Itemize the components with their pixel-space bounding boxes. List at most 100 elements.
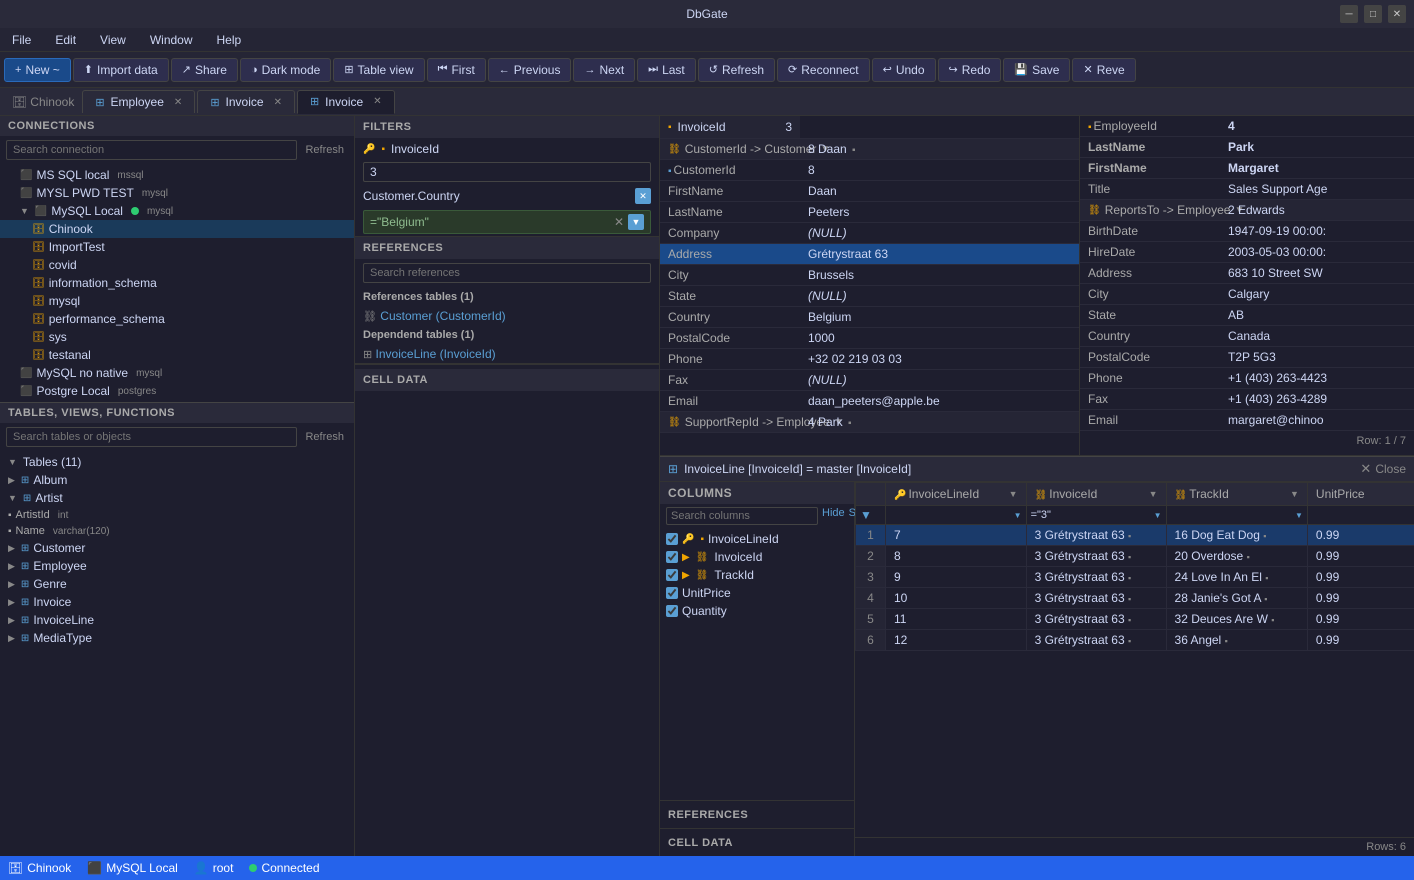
invoiceid-filter-input[interactable] — [363, 162, 651, 182]
grid-row-4[interactable]: 4 10 3 Grétrystraat 63 ▪ 28 Janie's Got … — [856, 588, 1414, 609]
country-filter-x[interactable]: ✕ — [635, 188, 651, 204]
db-chinook[interactable]: 🗄 Chinook — [0, 220, 354, 238]
col-cb-invoiceid[interactable] — [666, 551, 678, 563]
table-genre[interactable]: ▶ ⊞ Genre — [0, 575, 354, 593]
col-cb-unitprice[interactable] — [666, 587, 678, 599]
grid-row-6[interactable]: 6 12 3 Grétrystraat 63 ▪ 36 Angel ▪ 0.99… — [856, 630, 1414, 651]
menu-edit[interactable]: Edit — [51, 31, 80, 49]
table-artist[interactable]: ▼ ⊞ Artist — [0, 489, 354, 507]
menu-window[interactable]: Window — [146, 31, 197, 49]
il-close-label[interactable]: Close — [1375, 462, 1406, 476]
employee-tab-close[interactable]: ✕ — [174, 97, 182, 108]
connection-search-input[interactable] — [6, 140, 297, 160]
tables-search-input[interactable] — [6, 427, 297, 447]
il-data-grid[interactable]: 🔑InvoiceLineId ▼ ⛓InvoiceId — [855, 482, 1414, 837]
db-testanal[interactable]: 🗄 testanal — [0, 346, 354, 364]
grid-filter-invoiceid-input[interactable] — [1031, 509, 1152, 521]
grid-row-3[interactable]: 3 9 3 Grétrystraat 63 ▪ 24 Love In An El… — [856, 567, 1414, 588]
db-information-schema[interactable]: 🗄 information_schema — [0, 274, 354, 292]
table-mediatype[interactable]: ▶ ⊞ MediaType — [0, 629, 354, 647]
references-search-input[interactable] — [363, 263, 651, 283]
album-expand[interactable]: ▶ — [8, 475, 15, 486]
grid-invoiceid-sort[interactable]: ▼ — [1149, 489, 1158, 499]
new-button[interactable]: + New ~ — [4, 58, 71, 82]
table-invoiceline[interactable]: ▶ ⊞ InvoiceLine — [0, 611, 354, 629]
grid-row-1[interactable]: 1 7 3 Grétrystraat 63 ▪ 16 Dog Eat Dog ▪… — [856, 525, 1414, 546]
table-album[interactable]: ▶ ⊞ Album — [0, 471, 354, 489]
conn-postgre-local[interactable]: ⬛ Postgre Local postgres — [0, 382, 354, 400]
import-data-button[interactable]: ⬆ Import data — [73, 58, 169, 82]
col-cb-invoicelineid[interactable] — [666, 533, 678, 545]
mysql-local-expand[interactable]: ▼ — [20, 206, 29, 216]
db-sys[interactable]: 🗄 sys — [0, 328, 354, 346]
connection-refresh-button[interactable]: Refresh — [301, 142, 348, 158]
table-view-button[interactable]: ⊞ Table view — [333, 58, 424, 82]
dark-mode-button[interactable]: ◑ Dark mode — [240, 58, 331, 82]
grid-row-2[interactable]: 2 8 3 Grétrystraat 63 ▪ 20 Overdose ▪ 0.… — [856, 546, 1414, 567]
last-button[interactable]: ⏭ Last — [637, 58, 696, 82]
close-button[interactable]: ✕ — [1388, 5, 1406, 23]
address-row[interactable]: Address Grétrystraat 63 — [660, 244, 1079, 265]
tab-invoice-1[interactable]: ⊞ Invoice ✕ — [197, 90, 295, 113]
il-hide-button[interactable]: Hide — [822, 507, 845, 525]
redo-button[interactable]: ↪ Redo — [938, 58, 1002, 82]
country-filter-dropdown[interactable]: ▼ — [628, 214, 644, 230]
grid-filter-unitprice-input[interactable] — [1312, 509, 1414, 521]
grid-col-invoiceid[interactable]: ⛓InvoiceId ▼ — [1026, 483, 1166, 506]
menu-file[interactable]: File — [8, 31, 35, 49]
reve-button[interactable]: ✕ Reve — [1072, 58, 1135, 82]
refresh-button[interactable]: ↺ Refresh — [698, 58, 775, 82]
db-importtest[interactable]: 🗄 ImportTest — [0, 238, 354, 256]
conn-mysql-local[interactable]: ▼ ⬛ MySQL Local mysql — [0, 202, 354, 220]
reconnect-button[interactable]: ⟳ Reconnect — [777, 58, 870, 82]
db-covid[interactable]: 🗄 covid — [0, 256, 354, 274]
employee-expand[interactable]: ▶ — [8, 561, 15, 572]
previous-button[interactable]: ← Previous — [488, 58, 572, 82]
genre-expand[interactable]: ▶ — [8, 579, 15, 590]
col-cb-trackid[interactable] — [666, 569, 678, 581]
save-button[interactable]: 💾 Save — [1003, 58, 1070, 82]
menu-view[interactable]: View — [96, 31, 130, 49]
minimize-button[interactable]: ─ — [1340, 5, 1358, 23]
table-customer[interactable]: ▶ ⊞ Customer — [0, 539, 354, 557]
country-filter-remove[interactable]: ✕ — [614, 215, 624, 229]
grid-col-unitprice[interactable]: UnitPrice ▼ — [1307, 483, 1414, 506]
maximize-button[interactable]: □ — [1364, 5, 1382, 23]
next-button[interactable]: → Next — [573, 58, 635, 82]
il-close-x[interactable]: ✕ — [1360, 461, 1371, 477]
tables-refresh-button[interactable]: Refresh — [301, 429, 348, 445]
grid-filter-trackid-input[interactable] — [1171, 509, 1293, 521]
share-button[interactable]: ↗ Share — [171, 58, 238, 82]
invoiceline-dep-link[interactable]: ⊞ InvoiceLine (InvoiceId) — [355, 345, 659, 363]
tab-employee[interactable]: ⊞ Employee ✕ — [82, 90, 195, 113]
conn-mysql-no-native[interactable]: ⬛ MySQL no native mysql — [0, 364, 354, 382]
grid-row-5[interactable]: 5 11 3 Grétrystraat 63 ▪ 32 Deuces Are W… — [856, 609, 1414, 630]
db-mysql[interactable]: 🗄 mysql — [0, 292, 354, 310]
invoice1-tab-close[interactable]: ✕ — [274, 97, 282, 108]
invoice2-tab-close[interactable]: ✕ — [373, 96, 381, 107]
supportrep-detail-expand[interactable]: ▪ — [848, 418, 852, 429]
customer-ref-link[interactable]: ⛓ Customer (CustomerId) — [355, 307, 659, 325]
tab-invoice-2[interactable]: ⊞ Invoice ✕ — [297, 90, 395, 114]
first-button[interactable]: ⏮ First — [427, 58, 486, 82]
artist-expand[interactable]: ▼ — [8, 493, 17, 503]
conn-mysl-pwd[interactable]: ⬛ MYSL PWD TEST mysql — [0, 184, 354, 202]
grid-invoicelineid-sort[interactable]: ▼ — [1009, 489, 1018, 499]
grid-col-invoicelineid[interactable]: 🔑InvoiceLineId ▼ — [886, 483, 1027, 506]
col-cb-quantity[interactable] — [666, 605, 678, 617]
customer-detail-expand[interactable]: ▪ — [852, 145, 856, 156]
grid-trackid-sort[interactable]: ▼ — [1290, 489, 1299, 499]
mediatype-expand[interactable]: ▶ — [8, 633, 15, 644]
invoice-expand[interactable]: ▶ — [8, 597, 15, 608]
il-col-search-input[interactable] — [666, 507, 818, 525]
table-employee[interactable]: ▶ ⊞ Employee — [0, 557, 354, 575]
table-invoice[interactable]: ▶ ⊞ Invoice — [0, 593, 354, 611]
db-performance-schema[interactable]: 🗄 performance_schema — [0, 310, 354, 328]
tables-group[interactable]: ▼ Tables (11) — [0, 453, 354, 471]
tables-group-expand[interactable]: ▼ — [8, 457, 17, 467]
customer-expand[interactable]: ▶ — [8, 543, 15, 554]
grid-col-trackid[interactable]: ⛓TrackId ▼ — [1166, 483, 1307, 506]
grid-filter-invoicelineid-input[interactable] — [890, 509, 1012, 521]
conn-mssql[interactable]: ⬛ MS SQL local mssql — [0, 166, 354, 184]
undo-button[interactable]: ↩ Undo — [872, 58, 936, 82]
